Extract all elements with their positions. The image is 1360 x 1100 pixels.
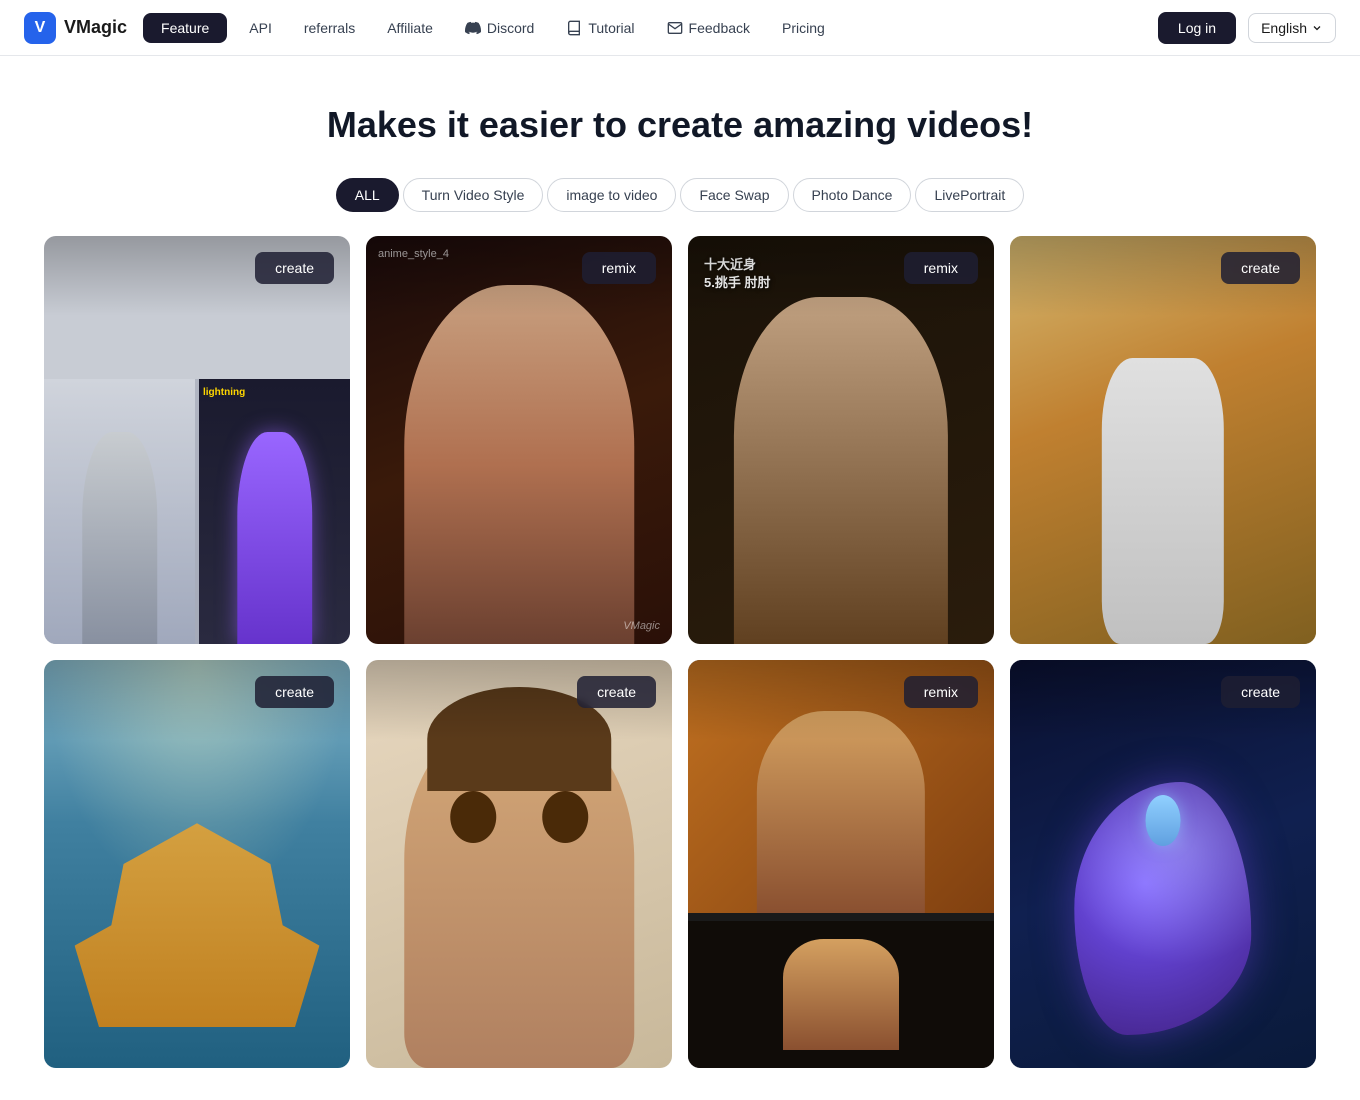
card-1-create-button[interactable]: create	[255, 252, 334, 284]
tab-face-swap[interactable]: Face Swap	[680, 178, 788, 212]
nav-api[interactable]: API	[235, 13, 286, 43]
hero-headline: Makes it easier to create amazing videos…	[24, 104, 1336, 146]
card-3[interactable]: 十大近身 5.挑手 肘肘 remix	[688, 236, 994, 644]
tutorial-label: Tutorial	[588, 20, 634, 36]
tab-turn-video-style[interactable]: Turn Video Style	[403, 178, 544, 212]
tab-all[interactable]: ALL	[336, 178, 399, 212]
nav-pricing[interactable]: Pricing	[768, 13, 839, 43]
card-8-create-button[interactable]: create	[1221, 676, 1300, 708]
login-button[interactable]: Log in	[1158, 12, 1236, 44]
logo-icon: V	[24, 12, 56, 44]
card-2-remix-button[interactable]: remix	[582, 252, 656, 284]
nav-tutorial[interactable]: Tutorial	[552, 13, 648, 43]
card-7-remix-button[interactable]: remix	[904, 676, 978, 708]
feedback-label: Feedback	[689, 20, 750, 36]
card-4-create-button[interactable]: create	[1221, 252, 1300, 284]
card-7[interactable]: remix	[688, 660, 994, 1068]
card-8[interactable]: create	[1010, 660, 1316, 1068]
mail-icon	[667, 20, 683, 36]
tab-photo-dance[interactable]: Photo Dance	[793, 178, 912, 212]
discord-icon	[465, 20, 481, 36]
tab-image-to-video[interactable]: image to video	[547, 178, 676, 212]
nav-feedback[interactable]: Feedback	[653, 13, 764, 43]
card-2[interactable]: anime_style_4 VMagic remix	[366, 236, 672, 644]
feature-button[interactable]: Feature	[143, 13, 227, 43]
card-6-create-button[interactable]: create	[577, 676, 656, 708]
card-4[interactable]: create	[1010, 236, 1316, 644]
card-5[interactable]: create	[44, 660, 350, 1068]
card-5-create-button[interactable]: create	[255, 676, 334, 708]
card-3-remix-button[interactable]: remix	[904, 252, 978, 284]
card-grid: create anime_style_4 VMagic remix 十大近身 5…	[20, 236, 1340, 1100]
card-1[interactable]: create	[44, 236, 350, 644]
card-2-watermark: VMagic	[623, 620, 660, 632]
book-icon	[566, 20, 582, 36]
hero-section: Makes it easier to create amazing videos…	[0, 56, 1360, 178]
language-label: English	[1261, 20, 1307, 36]
chevron-down-icon	[1311, 22, 1323, 34]
tab-liveportrait[interactable]: LivePortrait	[915, 178, 1024, 212]
nav-affiliate[interactable]: Affiliate	[373, 13, 447, 43]
discord-label: Discord	[487, 20, 534, 36]
language-selector[interactable]: English	[1248, 13, 1336, 43]
brand-logo[interactable]: V VMagic	[24, 12, 127, 44]
card-3-cn-text: 十大近身 5.挑手 肘肘	[704, 256, 770, 292]
nav-referrals[interactable]: referrals	[290, 13, 369, 43]
card-6[interactable]: create	[366, 660, 672, 1068]
card-2-label: anime_style_4	[378, 248, 449, 260]
main-nav: V VMagic Feature API referrals Affiliate…	[0, 0, 1360, 56]
nav-discord[interactable]: Discord	[451, 13, 548, 43]
brand-name: VMagic	[64, 17, 127, 38]
filter-tabs: ALL Turn Video Style image to video Face…	[0, 178, 1360, 236]
